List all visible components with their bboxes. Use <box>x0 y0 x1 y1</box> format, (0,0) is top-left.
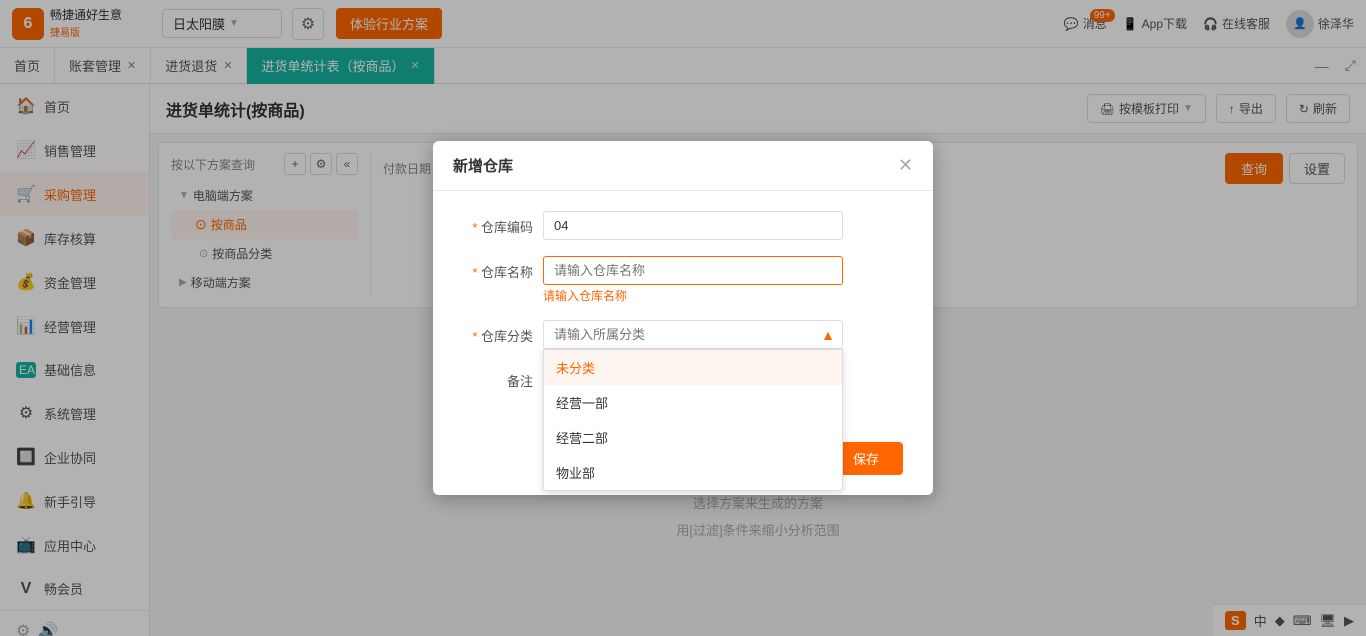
name-field-wrap: 请输入仓库名称 <box>543 256 903 304</box>
name-form-row: 仓库名称 请输入仓库名称 <box>463 256 903 304</box>
dropdown-item-property[interactable]: 物业部 <box>544 455 842 490</box>
notes-label: 备注 <box>463 365 533 390</box>
modal-overlay: 新增仓库 ✕ 仓库编码 仓库名称 请输入仓库名称 仓库分类 <box>0 0 1366 636</box>
name-error-msg: 请输入仓库名称 <box>543 287 903 304</box>
category-dropdown: 未分类 经营一部 经营二部 物业部 <box>543 349 843 491</box>
category-input[interactable] <box>543 320 843 349</box>
category-field-wrap: ▲ 未分类 经营一部 经营二部 物业部 <box>543 320 843 349</box>
modal-header: 新增仓库 ✕ <box>433 141 933 191</box>
code-label: 仓库编码 <box>463 211 533 236</box>
modal-body: 仓库编码 仓库名称 请输入仓库名称 仓库分类 ▲ 未分类 <box>433 191 933 430</box>
dropdown-item-dept1[interactable]: 经营一部 <box>544 385 842 420</box>
name-input[interactable] <box>543 256 843 285</box>
category-form-row: 仓库分类 ▲ 未分类 经营一部 经营二部 物业部 <box>463 320 903 349</box>
code-input[interactable] <box>543 211 843 240</box>
code-form-row: 仓库编码 <box>463 211 903 240</box>
modal-close-button[interactable]: ✕ <box>898 155 913 176</box>
new-warehouse-modal: 新增仓库 ✕ 仓库编码 仓库名称 请输入仓库名称 仓库分类 <box>433 141 933 495</box>
name-label: 仓库名称 <box>463 256 533 281</box>
dropdown-item-uncategorized[interactable]: 未分类 <box>544 350 842 385</box>
dropdown-item-dept2[interactable]: 经营二部 <box>544 420 842 455</box>
category-label: 仓库分类 <box>463 320 533 345</box>
modal-title: 新增仓库 <box>453 155 513 176</box>
category-arrow-icon[interactable]: ▲ <box>821 327 835 343</box>
